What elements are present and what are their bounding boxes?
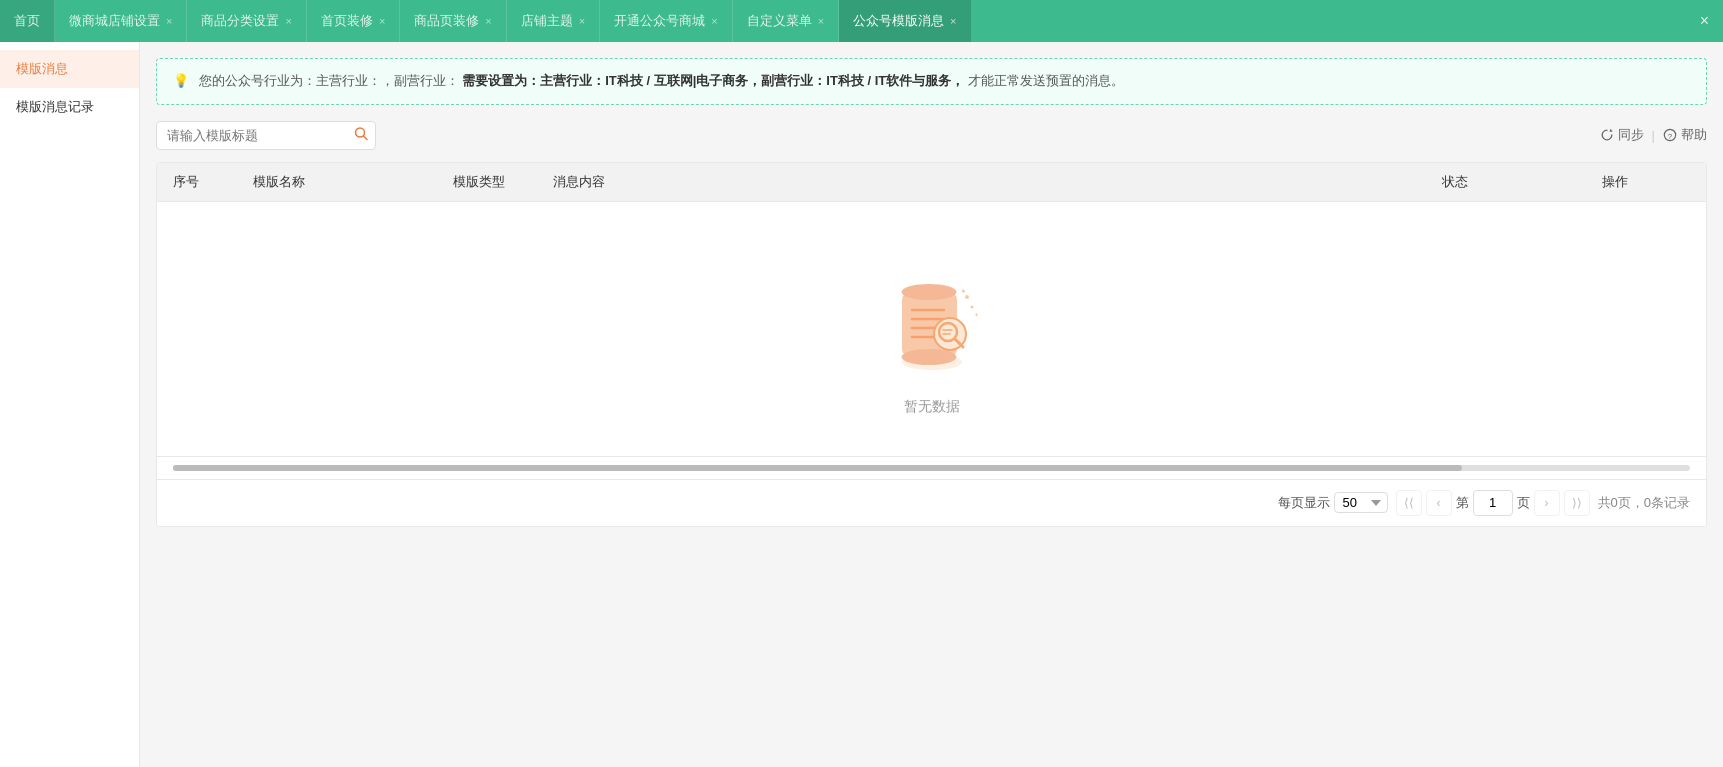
notice-icon: 💡 bbox=[173, 73, 189, 88]
nav-tab-custom-menu[interactable]: 自定义菜单× bbox=[733, 0, 839, 42]
table-container: 序号 模版名称 模版类型 消息内容 状态 操作 bbox=[156, 162, 1707, 527]
page-unit: 页 bbox=[1517, 494, 1530, 512]
nav-tab-template-msg[interactable]: 公众号模版消息× bbox=[839, 0, 971, 42]
svg-line-1 bbox=[364, 136, 368, 140]
svg-point-6 bbox=[901, 284, 956, 300]
nav-tab-shop-theme[interactable]: 店铺主题× bbox=[507, 0, 600, 42]
scroll-track[interactable] bbox=[173, 465, 1690, 471]
svg-text:?: ? bbox=[1668, 132, 1673, 141]
sync-icon bbox=[1600, 128, 1614, 142]
nav-tab-wechat-shop[interactable]: 微商城店铺设置× bbox=[55, 0, 187, 42]
sync-label: 同步 bbox=[1618, 126, 1644, 144]
search-icon bbox=[354, 127, 368, 141]
empty-illustration: ✦ ✦ bbox=[872, 262, 992, 382]
nav-tab-close-product-decor[interactable]: × bbox=[485, 15, 491, 27]
col-header-seq: 序号 bbox=[157, 163, 237, 201]
nav-tab-product-decor[interactable]: 商品页装修× bbox=[400, 0, 506, 42]
nav-tab-open-mall[interactable]: 开通公众号商城× bbox=[600, 0, 732, 42]
notice-highlight: 需要设置为：主营行业：IT科技 / 互联网|电子商务，副营行业：IT科技 / I… bbox=[462, 73, 964, 88]
nav-tab-close-custom-menu[interactable]: × bbox=[818, 15, 824, 27]
search-button[interactable] bbox=[354, 127, 368, 144]
scroll-thumb bbox=[173, 465, 1462, 471]
nav-tab-homepage-decor[interactable]: 首页装修× bbox=[307, 0, 400, 42]
svg-text:✦: ✦ bbox=[960, 287, 967, 296]
search-right: 同步 | ? 帮助 bbox=[1600, 126, 1707, 144]
svg-text:✦: ✦ bbox=[974, 312, 979, 318]
page-size-select: 每页显示 102050100 bbox=[1278, 492, 1388, 513]
notice-prefix: 您的公众号行业为：主营行业：，副营行业： bbox=[199, 73, 459, 88]
col-header-name: 模版名称 bbox=[237, 163, 437, 201]
empty-text: 暂无数据 bbox=[904, 398, 960, 416]
help-button[interactable]: ? 帮助 bbox=[1663, 126, 1707, 144]
nav-tab-close-open-mall[interactable]: × bbox=[711, 15, 717, 27]
sync-button[interactable]: 同步 bbox=[1600, 126, 1644, 144]
search-input-wrap bbox=[156, 121, 376, 150]
col-header-action: 操作 bbox=[1586, 163, 1706, 201]
divider: | bbox=[1652, 128, 1655, 143]
search-left bbox=[156, 121, 376, 150]
nav-tab-close-homepage-decor[interactable]: × bbox=[379, 15, 385, 27]
svg-point-18 bbox=[970, 305, 973, 308]
page-prev-button[interactable]: ‹ bbox=[1426, 490, 1452, 516]
notice-suffix: 才能正常发送预置的消息。 bbox=[968, 73, 1124, 88]
nav-tab-close-wechat-shop[interactable]: × bbox=[166, 15, 172, 27]
page-size-label: 每页显示 bbox=[1278, 494, 1330, 512]
empty-state: ✦ ✦ 暂无数据 bbox=[157, 202, 1706, 456]
page-next-button[interactable]: › bbox=[1534, 490, 1560, 516]
page-total: 共0页，0条记录 bbox=[1598, 494, 1690, 512]
search-input[interactable] bbox=[156, 121, 376, 150]
search-bar: 同步 | ? 帮助 bbox=[156, 121, 1707, 150]
page-first-button[interactable]: ⟨⟨ bbox=[1396, 490, 1422, 516]
help-icon: ? bbox=[1663, 128, 1677, 142]
notice-banner: 💡 您的公众号行业为：主营行业：，副营行业： 需要设置为：主营行业：IT科技 /… bbox=[156, 58, 1707, 105]
nav-tab-home[interactable]: 首页 bbox=[0, 0, 55, 42]
nav-close-all-button[interactable]: × bbox=[1686, 12, 1723, 30]
pagination: 每页显示 102050100 ⟨⟨ ‹ 第 页 › ⟩⟩ 共0页，0条记录 bbox=[157, 479, 1706, 526]
col-header-status: 状态 bbox=[1426, 163, 1586, 201]
page-label: 第 bbox=[1456, 494, 1469, 512]
page-size-dropdown[interactable]: 102050100 bbox=[1334, 492, 1388, 513]
col-header-content: 消息内容 bbox=[537, 163, 1426, 201]
content-area: 💡 您的公众号行业为：主营行业：，副营行业： 需要设置为：主营行业：IT科技 /… bbox=[140, 42, 1723, 767]
page-input[interactable] bbox=[1473, 490, 1513, 516]
sidebar-item-template-msg[interactable]: 模版消息 bbox=[0, 50, 139, 88]
page-nav: ⟨⟨ ‹ 第 页 › ⟩⟩ bbox=[1396, 490, 1590, 516]
table-header: 序号 模版名称 模版类型 消息内容 状态 操作 bbox=[157, 163, 1706, 202]
top-nav: 首页微商城店铺设置×商品分类设置×首页装修×商品页装修×店铺主题×开通公众号商城… bbox=[0, 0, 1723, 42]
nav-tab-close-shop-theme[interactable]: × bbox=[579, 15, 585, 27]
help-label: 帮助 bbox=[1681, 126, 1707, 144]
page-last-button[interactable]: ⟩⟩ bbox=[1564, 490, 1590, 516]
nav-tab-close-product-category[interactable]: × bbox=[285, 15, 291, 27]
col-header-type: 模版类型 bbox=[437, 163, 537, 201]
svg-point-7 bbox=[901, 349, 956, 365]
nav-tab-product-category[interactable]: 商品分类设置× bbox=[187, 0, 306, 42]
sidebar: 模版消息模版消息记录 bbox=[0, 42, 140, 767]
main-layout: 模版消息模版消息记录 💡 您的公众号行业为：主营行业：，副营行业： 需要设置为：… bbox=[0, 42, 1723, 767]
nav-tab-close-template-msg[interactable]: × bbox=[950, 15, 956, 27]
scroll-bar-area bbox=[157, 456, 1706, 479]
sidebar-item-template-msg-log[interactable]: 模版消息记录 bbox=[0, 88, 139, 126]
